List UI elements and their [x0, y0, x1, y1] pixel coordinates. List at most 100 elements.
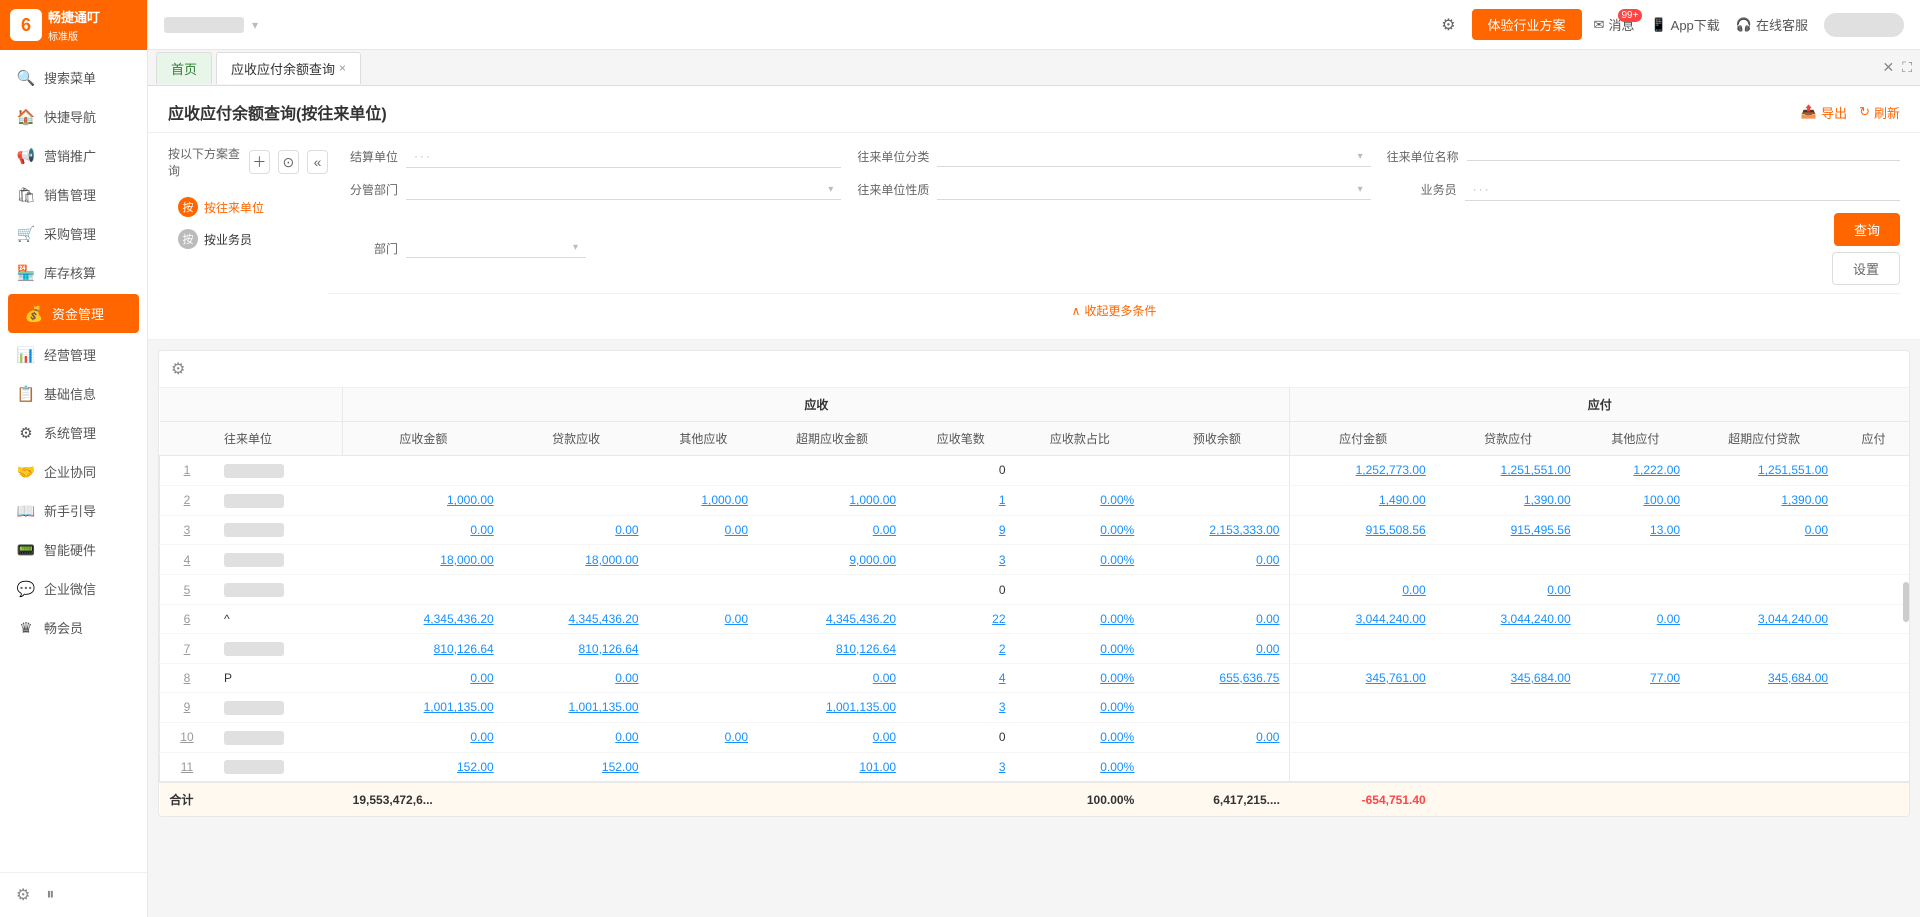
table-cell[interactable]: 810,126.64: [504, 634, 649, 664]
table-cell[interactable]: 345,684.00: [1690, 663, 1838, 692]
table-cell[interactable]: 1,251,551.00: [1436, 456, 1581, 486]
sidebar-item-sales[interactable]: 🛍销售管理: [0, 175, 147, 214]
sidebar-item-marketing[interactable]: 📢营销推广: [0, 136, 147, 175]
table-cell[interactable]: 9: [160, 692, 214, 722]
scheme-by-partner[interactable]: 按 按往来单位: [168, 191, 328, 223]
table-cell[interactable]: 0.00: [343, 515, 504, 545]
table-cell[interactable]: 0.00%: [1016, 722, 1145, 752]
table-cell[interactable]: 2,153,333.00: [1144, 515, 1290, 545]
sidebar-item-purchase[interactable]: 🛒采购管理: [0, 214, 147, 253]
sidebar-settings-icon[interactable]: ⚙: [16, 885, 30, 905]
table-cell[interactable]: 4,345,436.20: [758, 605, 906, 634]
edit-scheme-btn[interactable]: ⊙: [278, 150, 299, 174]
table-cell[interactable]: 0.00%: [1016, 605, 1145, 634]
table-cell[interactable]: 0.00: [1436, 575, 1581, 605]
table-cell[interactable]: 9: [906, 515, 1015, 545]
table-cell[interactable]: 9,000.00: [758, 545, 906, 575]
table-cell[interactable]: 1,001,135.00: [504, 692, 649, 722]
sidebar-item-quicknav[interactable]: 🏠快捷导航: [0, 97, 147, 136]
notification-btn[interactable]: ✉ 消息 99+: [1594, 15, 1635, 34]
table-cell[interactable]: 0.00: [758, 515, 906, 545]
sidebar-item-inventory[interactable]: 🏪库存核算: [0, 253, 147, 292]
department-select[interactable]: ▾: [406, 238, 586, 258]
table-cell[interactable]: 2: [906, 634, 1015, 664]
table-cell[interactable]: 3,044,240.00: [1436, 605, 1581, 634]
table-cell[interactable]: 77.00: [1581, 663, 1690, 692]
division-dept-select[interactable]: ▾: [406, 180, 841, 200]
query-button[interactable]: 查询: [1834, 213, 1900, 246]
table-cell[interactable]: 0.00: [758, 663, 906, 692]
table-cell[interactable]: 6: [160, 605, 214, 634]
table-cell[interactable]: 101.00: [758, 752, 906, 782]
topbar-gear-icon[interactable]: ⚙: [1441, 15, 1455, 35]
sidebar-item-cooperation[interactable]: 🤝企业协同: [0, 452, 147, 491]
table-cell[interactable]: 0.00: [343, 722, 504, 752]
table-cell[interactable]: 4,345,436.20: [504, 605, 649, 634]
partner-name-input[interactable]: [1467, 152, 1900, 161]
table-cell[interactable]: 0.00: [1144, 634, 1290, 664]
table-cell[interactable]: 0.00: [1144, 605, 1290, 634]
add-scheme-btn[interactable]: ＋: [249, 150, 270, 174]
table-cell[interactable]: 3: [160, 515, 214, 545]
table-cell[interactable]: 18,000.00: [504, 545, 649, 575]
partner-nature-select[interactable]: ▾: [937, 180, 1370, 200]
table-cell[interactable]: 810,126.64: [758, 634, 906, 664]
export-button[interactable]: 📤 导出: [1801, 103, 1847, 122]
sidebar-item-system[interactable]: ⚙系统管理: [0, 413, 147, 452]
sidebar-item-finance[interactable]: 💰资金管理: [8, 294, 139, 333]
table-cell[interactable]: 0.00: [1290, 575, 1436, 605]
table-cell[interactable]: 1,000.00: [649, 485, 758, 515]
download-btn[interactable]: 📱 App下载: [1650, 15, 1719, 34]
support-btn[interactable]: 🎧 在线客服: [1736, 15, 1808, 34]
table-cell[interactable]: 1,490.00: [1290, 485, 1436, 515]
table-cell[interactable]: 18,000.00: [343, 545, 504, 575]
table-cell[interactable]: 0.00%: [1016, 663, 1145, 692]
table-cell[interactable]: 915,508.56: [1290, 515, 1436, 545]
tab-receivable[interactable]: 应收应付余额查询×: [216, 52, 361, 84]
table-cell[interactable]: 1,390.00: [1436, 485, 1581, 515]
salesperson-input[interactable]: ···: [1465, 178, 1900, 201]
table-cell[interactable]: 100.00: [1581, 485, 1690, 515]
tab-close-all[interactable]: ✕: [1882, 59, 1894, 76]
table-cell[interactable]: 0.00: [1581, 605, 1690, 634]
table-cell[interactable]: 1,251,551.00: [1690, 456, 1838, 486]
table-cell[interactable]: 1,000.00: [758, 485, 906, 515]
sidebar-item-member[interactable]: ♛畅会员: [0, 608, 147, 647]
sidebar-item-hardware[interactable]: 📟智能硬件: [0, 530, 147, 569]
table-cell[interactable]: 0.00: [504, 722, 649, 752]
sidebar-item-guide[interactable]: 📖新手引导: [0, 491, 147, 530]
table-cell[interactable]: 0.00: [649, 722, 758, 752]
table-cell[interactable]: 1,390.00: [1690, 485, 1838, 515]
table-cell[interactable]: 0.00%: [1016, 515, 1145, 545]
table-cell[interactable]: 0.00%: [1016, 692, 1145, 722]
scrollbar[interactable]: [1903, 582, 1909, 622]
table-cell[interactable]: 0.00%: [1016, 634, 1145, 664]
table-cell[interactable]: 915,495.56: [1436, 515, 1581, 545]
table-cell[interactable]: 1: [160, 456, 214, 486]
table-settings-icon[interactable]: ⚙: [171, 361, 185, 378]
table-cell[interactable]: 0.00: [343, 663, 504, 692]
table-cell[interactable]: 0.00: [1690, 515, 1838, 545]
tab-close-receivable[interactable]: ×: [339, 61, 346, 75]
sidebar-item-wechat[interactable]: 💬企业微信: [0, 569, 147, 608]
sidebar-item-management[interactable]: 📊经营管理: [0, 335, 147, 374]
table-cell[interactable]: 4,345,436.20: [343, 605, 504, 634]
table-cell[interactable]: 1: [906, 485, 1015, 515]
table-cell[interactable]: 1,001,135.00: [758, 692, 906, 722]
table-cell[interactable]: 7: [160, 634, 214, 664]
back-scheme-btn[interactable]: «: [307, 150, 328, 174]
table-cell[interactable]: 3,044,240.00: [1690, 605, 1838, 634]
table-cell[interactable]: 345,761.00: [1290, 663, 1436, 692]
refresh-button[interactable]: ↻ 刷新: [1859, 103, 1900, 122]
table-cell[interactable]: 0.00%: [1016, 485, 1145, 515]
table-cell[interactable]: 3: [906, 752, 1015, 782]
table-cell[interactable]: 1,001,135.00: [343, 692, 504, 722]
collapse-filter-btn[interactable]: ∧ 收起更多条件: [328, 293, 1900, 327]
table-cell[interactable]: 11: [160, 752, 214, 782]
table-cell[interactable]: 0.00%: [1016, 752, 1145, 782]
table-cell[interactable]: 4: [906, 663, 1015, 692]
partner-category-select[interactable]: ▾: [937, 147, 1370, 167]
table-cell[interactable]: 3: [906, 692, 1015, 722]
table-cell[interactable]: 0.00: [504, 515, 649, 545]
table-cell[interactable]: 3: [906, 545, 1015, 575]
